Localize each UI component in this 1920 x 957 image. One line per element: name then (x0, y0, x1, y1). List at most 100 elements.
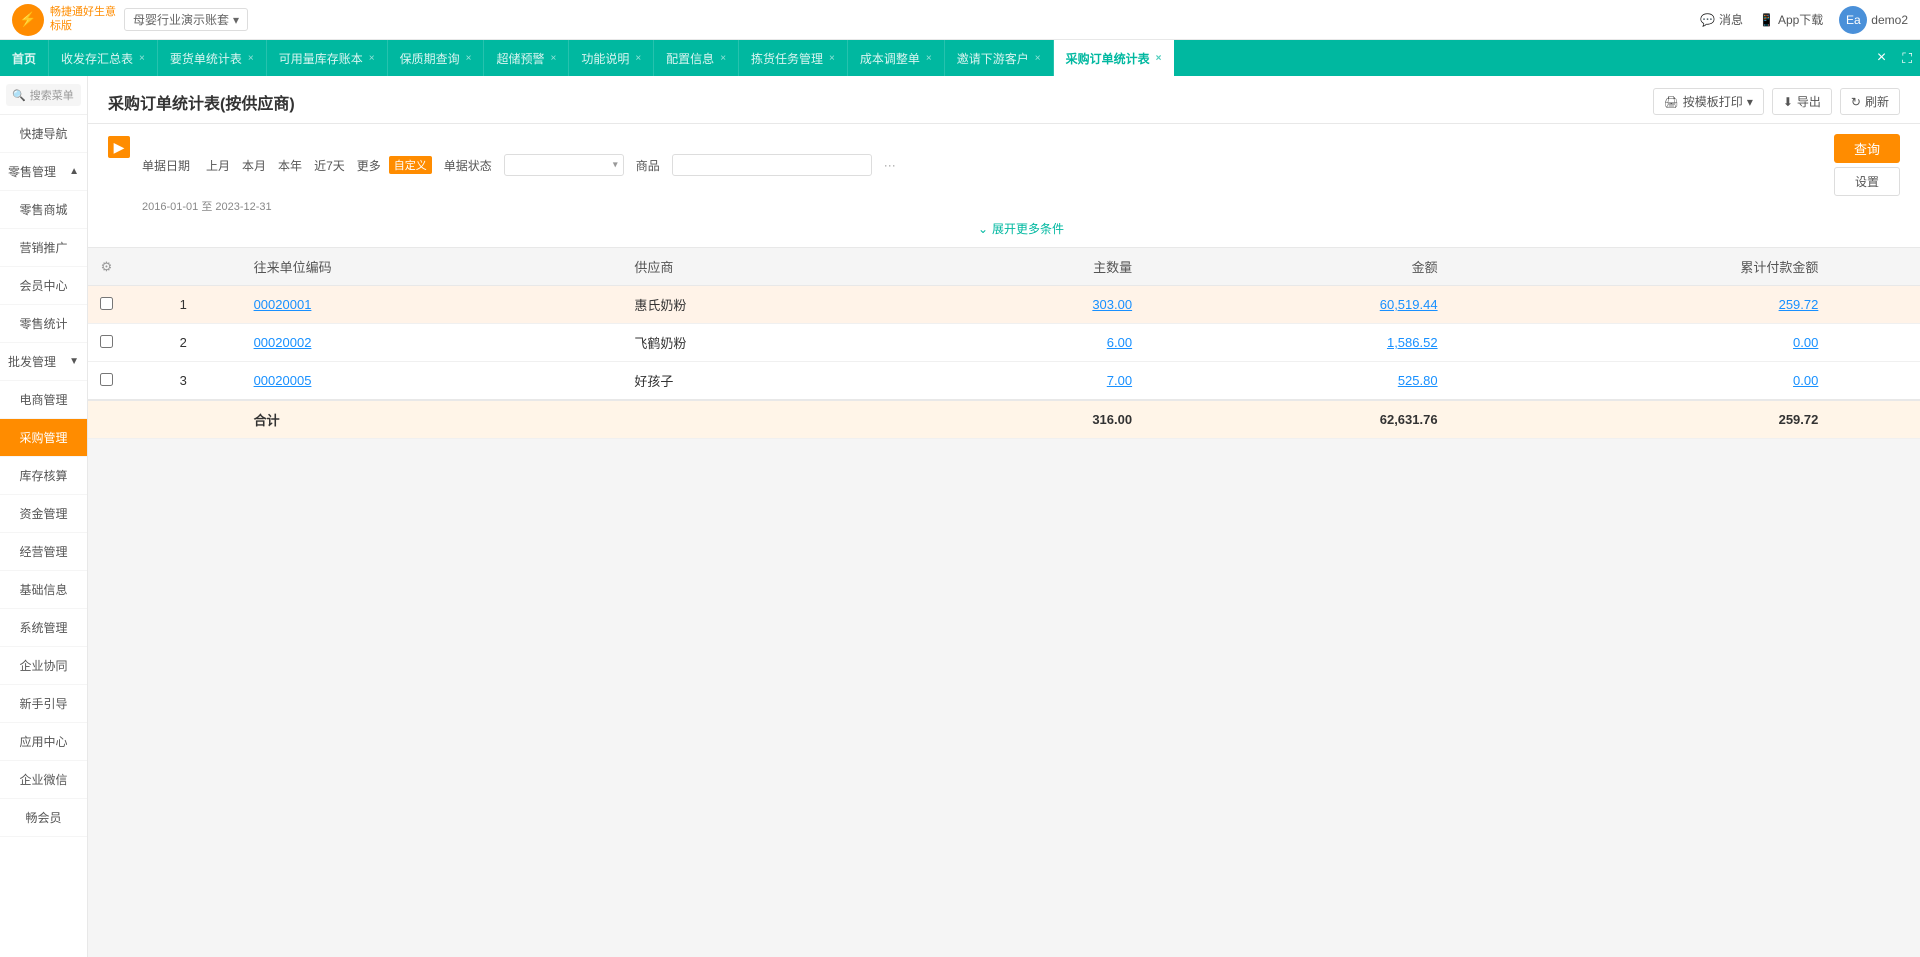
row-checkbox[interactable] (88, 286, 125, 324)
sidebar-item-system-mgmt[interactable]: 系统管理 (0, 609, 87, 647)
date-range-display: 2016-01-01 至 2023-12-31 (142, 201, 272, 213)
sidebar-item-member-center[interactable]: 会员中心 (0, 267, 87, 305)
tab-pick-task[interactable]: 拣货任务管理 × (739, 40, 848, 76)
sidebar-item-retail-mgmt[interactable]: 零售管理 ▲ (0, 153, 87, 191)
close-icon[interactable]: × (1156, 53, 1162, 64)
col-extra (1830, 248, 1920, 286)
template-print-button[interactable]: 🖨 按模板打印 ▾ (1653, 88, 1764, 115)
shortcut-last-month[interactable]: 上月 (202, 156, 234, 175)
row-unit-code: 00020002 (242, 324, 623, 362)
nav-close-button[interactable]: × (1869, 49, 1894, 67)
close-icon[interactable]: × (550, 53, 556, 64)
table-header-row: ⚙ 往来单位编码 供应商 主数量 金额 累计付款金额 (88, 248, 1920, 286)
row-checkbox[interactable] (88, 362, 125, 401)
tab-invite-downstream[interactable]: 邀请下游客户 × (945, 40, 1054, 76)
close-icon[interactable]: × (1035, 53, 1041, 64)
tab-func-desc[interactable]: 功能说明 × (569, 40, 654, 76)
query-button[interactable]: 查询 (1834, 134, 1900, 163)
nav-tabs-right: × ⛶ (1869, 49, 1920, 67)
sidebar: 🔍 搜索菜单 快捷导航 零售管理 ▲ 零售商城 营销推广 会员中心 零售统计 批… (0, 76, 88, 957)
refresh-button[interactable]: ↻ 刷新 (1840, 88, 1900, 115)
content-area: 采购订单统计表(按供应商) 🖨 按模板打印 ▾ ⬇ 导出 ↻ 刷新 (88, 76, 1920, 957)
row-amount: 60,519.44 (1144, 286, 1449, 324)
close-icon[interactable]: × (139, 53, 145, 64)
sidebar-item-retail-shop[interactable]: 零售商城 (0, 191, 87, 229)
col-row-num (125, 248, 242, 286)
sidebar-item-purchase-mgmt[interactable]: 采购管理 (0, 419, 87, 457)
sidebar-item-enterprise-coop[interactable]: 企业协同 (0, 647, 87, 685)
sidebar-item-retail-stats[interactable]: 零售统计 (0, 305, 87, 343)
tab-receive-pay[interactable]: 收发存汇总表 × (49, 40, 158, 76)
row-extra (1830, 362, 1920, 401)
tab-expiry-query[interactable]: 保质期查询 × (388, 40, 485, 76)
top-bar-left: ⚡ 畅捷通好生意 标版 母婴行业演示账套 ▾ (12, 4, 248, 36)
shortcut-7days[interactable]: 近7天 (310, 156, 349, 175)
sidebar-item-newbie-guide[interactable]: 新手引导 (0, 685, 87, 723)
sidebar-item-inventory-check[interactable]: 库存核算 (0, 457, 87, 495)
row-unit-code: 00020001 (242, 286, 623, 324)
table-row: 1 00020001 惠氏奶粉 303.00 60,519.44 259.72 (88, 286, 1920, 324)
top-bar: ⚡ 畅捷通好生意 标版 母婴行业演示账套 ▾ 💬 消息 📱 App下载 Ea d… (0, 0, 1920, 40)
settings-icon[interactable]: ⚙ (101, 259, 113, 274)
search-input[interactable]: 🔍 搜索菜单 (6, 84, 81, 106)
footer-amount: 62,631.76 (1144, 400, 1449, 439)
workspace-selector[interactable]: 母婴行业演示账套 ▾ (124, 8, 248, 31)
tab-stock-ledger[interactable]: 可用量库存账本 × (267, 40, 388, 76)
sidebar-item-app-center[interactable]: 应用中心 (0, 723, 87, 761)
close-icon[interactable]: × (926, 53, 932, 64)
close-icon[interactable]: × (248, 53, 254, 64)
row-extra (1830, 324, 1920, 362)
status-select[interactable] (504, 154, 624, 176)
close-icon[interactable]: × (829, 53, 835, 64)
main-layout: 🔍 搜索菜单 快捷导航 零售管理 ▲ 零售商城 营销推广 会员中心 零售统计 批… (0, 76, 1920, 957)
app-download-button[interactable]: 📱 App下载 (1759, 11, 1823, 28)
custom-date-tag[interactable]: 自定义 (389, 156, 432, 174)
tab-config-info[interactable]: 配置信息 × (654, 40, 739, 76)
print-icon: 🖨 (1664, 95, 1679, 109)
user-menu[interactable]: Ea demo2 (1839, 6, 1908, 34)
table-row: 3 00020005 好孩子 7.00 525.80 0.00 (88, 362, 1920, 401)
sidebar-item-wholesale-mgmt[interactable]: 批发管理 ▼ (0, 343, 87, 381)
tab-purchase-stats[interactable]: 采购订单统计表 × (1054, 40, 1175, 76)
tab-cost-adjust[interactable]: 成本调整单 × (848, 40, 945, 76)
tab-overstock-warn[interactable]: 超储预警 × (484, 40, 569, 76)
col-amount: 金额 (1144, 248, 1449, 286)
footer-paid-amount: 259.72 (1450, 400, 1831, 439)
page-header: 采购订单统计表(按供应商) 🖨 按模板打印 ▾ ⬇ 导出 ↻ 刷新 (88, 76, 1920, 124)
sidebar-item-enterprise-wechat[interactable]: 企业微信 (0, 761, 87, 799)
sidebar-item-marketing[interactable]: 营销推广 (0, 229, 87, 267)
shortcut-this-month[interactable]: 本月 (238, 156, 270, 175)
row-paid-amount: 0.00 (1450, 362, 1831, 401)
footer-empty1 (88, 400, 125, 439)
row-unit-code: 00020005 (242, 362, 623, 401)
sidebar-item-ecommerce-mgmt[interactable]: 电商管理 (0, 381, 87, 419)
close-icon[interactable]: × (466, 53, 472, 64)
close-icon[interactable]: × (635, 53, 641, 64)
tab-home[interactable]: 首页 (0, 40, 49, 76)
shortcut-this-year[interactable]: 本年 (274, 156, 306, 175)
table-footer: 合计 316.00 62,631.76 259.72 (88, 400, 1920, 439)
filter-toggle-btn[interactable]: ▶ (108, 136, 130, 158)
goods-input[interactable] (672, 154, 872, 176)
expand-more-button[interactable]: ⌄ 展开更多条件 (978, 220, 1064, 237)
row-number: 1 (125, 286, 242, 324)
more-filter-icon[interactable]: ··· (884, 158, 896, 172)
table-row: 2 00020002 飞鹤奶粉 6.00 1,586.52 0.00 (88, 324, 1920, 362)
col-supplier: 供应商 (622, 248, 906, 286)
status-label: 单据状态 (444, 157, 492, 174)
sidebar-item-basic-info[interactable]: 基础信息 (0, 571, 87, 609)
close-icon[interactable]: × (720, 53, 726, 64)
sidebar-item-club-member[interactable]: 畅会员 (0, 799, 87, 837)
sidebar-item-shortcut-nav[interactable]: 快捷导航 (0, 115, 87, 153)
shortcut-more[interactable]: 更多 (353, 156, 385, 175)
row-checkbox[interactable] (88, 324, 125, 362)
row-extra (1830, 286, 1920, 324)
nav-maximize-button[interactable]: ⛶ (1894, 50, 1920, 67)
close-icon[interactable]: × (369, 53, 375, 64)
message-button[interactable]: 💬 消息 (1700, 11, 1743, 28)
tab-order-stats[interactable]: 要货单统计表 × (158, 40, 267, 76)
sidebar-item-finance-mgmt[interactable]: 资金管理 (0, 495, 87, 533)
export-button[interactable]: ⬇ 导出 (1772, 88, 1832, 115)
setting-button[interactable]: 设置 (1834, 167, 1900, 196)
sidebar-item-ops-mgmt[interactable]: 经营管理 (0, 533, 87, 571)
